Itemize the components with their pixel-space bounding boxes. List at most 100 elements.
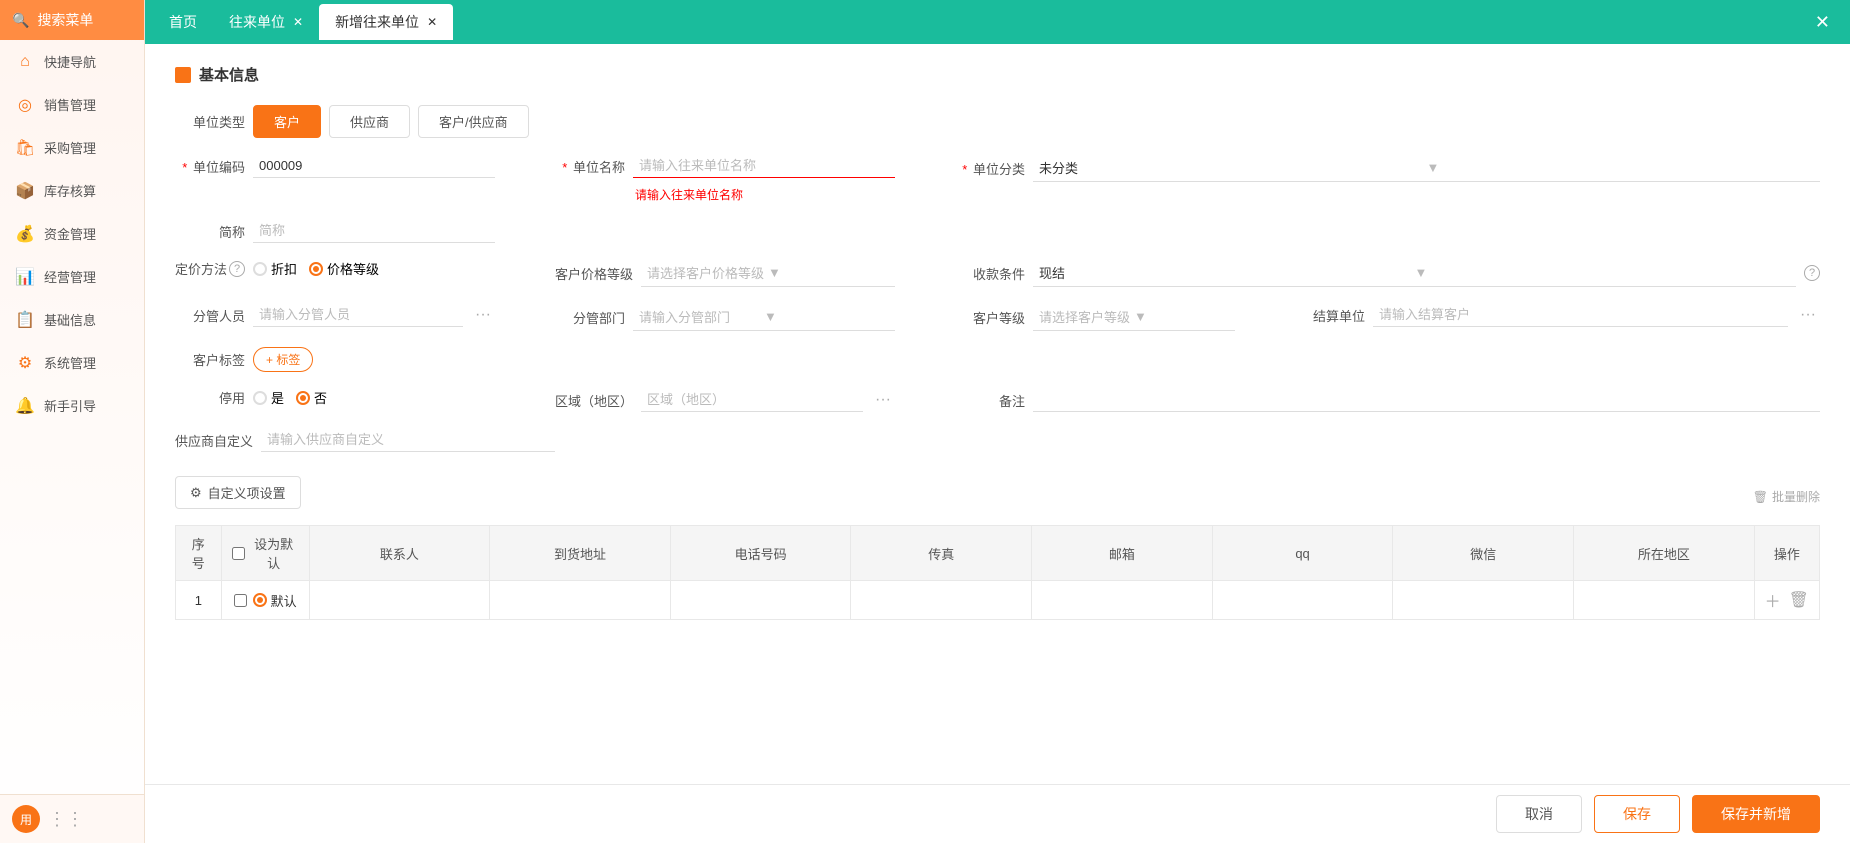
alias-label: 简称 xyxy=(175,222,245,241)
unit-type-both-btn[interactable]: 客户/供应商 xyxy=(418,105,529,138)
cell-phone[interactable] xyxy=(670,581,851,620)
supplier-custom-row: 供应商自定义 xyxy=(175,428,1820,452)
customer-level-group: 客户等级 请选择客户等级 ▼ xyxy=(955,303,1235,331)
cell-contact[interactable] xyxy=(309,581,490,620)
pricing-price-level-label: 价格等级 xyxy=(327,259,379,278)
pricing-radio-discount[interactable]: 折扣 xyxy=(253,259,297,278)
pricing-help-icon[interactable]: ? xyxy=(229,261,245,277)
payment-terms-select[interactable]: 现结 ▼ xyxy=(1033,259,1796,287)
cell-address[interactable] xyxy=(490,581,671,620)
sidebar-item-inventory[interactable]: 📦 库存核算 xyxy=(0,169,144,212)
notes-label: 备注 xyxy=(955,391,1025,410)
wechat-input[interactable] xyxy=(1403,593,1563,608)
notes-input[interactable] xyxy=(1033,388,1820,412)
cell-wechat[interactable] xyxy=(1393,581,1574,620)
alias-row: 简称 xyxy=(175,219,1820,243)
delete-row-btn[interactable]: 🗑 xyxy=(1789,590,1809,610)
radio-circle-yes xyxy=(253,391,267,405)
table-header: ⚙ 自定义项设置 🗑 批量删除 xyxy=(175,476,1820,517)
window-close-btn[interactable]: ✕ xyxy=(1803,12,1842,33)
disabled-region-row: 停用 是 否 区域（地区） ··· xyxy=(175,388,1820,412)
address-input[interactable] xyxy=(500,593,660,608)
region-more-btn[interactable]: ··· xyxy=(871,391,895,409)
contact-input[interactable] xyxy=(320,593,480,608)
sidebar-item-purchase[interactable]: 🛍 采购管理 xyxy=(0,126,144,169)
tag-add-btn[interactable]: + 标签 xyxy=(253,347,313,372)
cell-region[interactable] xyxy=(1574,581,1755,620)
alias-input[interactable] xyxy=(253,219,495,243)
system-icon: ⚙ xyxy=(16,354,34,372)
cell-default: 默认 xyxy=(221,581,309,620)
customer-level-select[interactable]: 请选择客户等级 ▼ xyxy=(1033,303,1235,331)
cell-qq[interactable] xyxy=(1212,581,1393,620)
unit-name-input[interactable] xyxy=(633,154,895,178)
pricing-group: 定价方法 ? 折扣 价格等级 xyxy=(175,259,495,278)
tab-partners-close[interactable]: ✕ xyxy=(293,15,303,29)
unit-type-label: 单位类型 xyxy=(175,112,245,131)
avatar: 用 xyxy=(12,805,40,833)
table-region-input[interactable] xyxy=(1584,593,1744,608)
footer-bar: 取消 保存 保存并新增 xyxy=(145,784,1850,843)
col-header-index: 序号 xyxy=(176,526,222,581)
tab-home[interactable]: 首页 xyxy=(153,4,213,40)
add-row-btn[interactable]: ＋ xyxy=(1765,588,1781,612)
search-menu-btn[interactable]: 🔍 搜索菜单 xyxy=(0,0,144,40)
cell-email[interactable] xyxy=(1032,581,1213,620)
sidebar-item-system[interactable]: ⚙ 系统管理 xyxy=(0,341,144,384)
payment-terms-value: 现结 xyxy=(1039,263,1415,282)
email-input[interactable] xyxy=(1042,593,1202,608)
custom-settings-btn[interactable]: ⚙ 自定义项设置 xyxy=(175,476,301,509)
cancel-button[interactable]: 取消 xyxy=(1496,795,1582,833)
unit-type-supplier-btn[interactable]: 供应商 xyxy=(329,105,410,138)
department-label: 分管部门 xyxy=(555,308,625,327)
manager-more-btn[interactable]: ··· xyxy=(471,306,495,324)
disabled-yes-radio[interactable]: 是 xyxy=(253,388,284,407)
batch-delete-btn[interactable]: 🗑 批量删除 xyxy=(1753,488,1820,505)
tab-home-label: 首页 xyxy=(169,12,197,32)
unit-category-select[interactable]: 未分类 ▼ xyxy=(1033,154,1820,182)
settlement-more-btn[interactable]: ··· xyxy=(1796,306,1820,324)
row-default-radio[interactable]: 默认 xyxy=(253,591,297,610)
department-select[interactable]: 请输入分管部门 ▼ xyxy=(633,303,895,331)
content-area: 基本信息 单位类型 客户 供应商 客户/供应商 * 单位编码 xyxy=(145,44,1850,843)
radio-circle-price-level xyxy=(309,262,323,276)
cell-fax[interactable] xyxy=(851,581,1032,620)
settlement-unit-input[interactable] xyxy=(1373,303,1788,327)
unit-name-group: * 单位名称 请输入往来单位名称 xyxy=(555,154,895,203)
tab-new-partner-close[interactable]: ✕ xyxy=(427,15,437,29)
sidebar-item-sales[interactable]: ◎ 销售管理 xyxy=(0,83,144,126)
unit-code-input[interactable] xyxy=(253,154,495,178)
tab-new-partner[interactable]: 新增往来单位 ✕ xyxy=(319,4,453,40)
sidebar-item-basics[interactable]: 📋 基础信息 xyxy=(0,298,144,341)
tab-partners[interactable]: 往来单位 ✕ xyxy=(213,4,319,40)
sidebar-item-finance[interactable]: 💰 资金管理 xyxy=(0,212,144,255)
sidebar-item-quick-nav[interactable]: ⌂ 快捷导航 xyxy=(0,40,144,83)
select-all-checkbox[interactable] xyxy=(232,547,245,560)
qq-input[interactable] xyxy=(1223,593,1383,608)
unit-type-customer-btn[interactable]: 客户 xyxy=(253,105,321,138)
sidebar-item-newbie[interactable]: 🔔 新手引导 xyxy=(0,384,144,427)
supplier-custom-input[interactable] xyxy=(261,428,555,452)
sidebar-item-operations[interactable]: 📊 经营管理 xyxy=(0,255,144,298)
section-header: 基本信息 xyxy=(175,64,1820,85)
fax-input[interactable] xyxy=(861,593,1021,608)
disabled-no-radio[interactable]: 否 xyxy=(296,388,327,407)
pricing-radio-price-level[interactable]: 价格等级 xyxy=(309,259,379,278)
phone-input[interactable] xyxy=(681,593,841,608)
customer-price-placeholder: 请选择客户价格等级 xyxy=(647,263,768,282)
save-new-button[interactable]: 保存并新增 xyxy=(1692,795,1820,833)
basics-icon: 📋 xyxy=(16,311,34,329)
radio-circle-default xyxy=(253,593,267,607)
code-name-category-row: * 单位编码 * 单位名称 请输入往来单位名称 xyxy=(175,154,1820,203)
save-button[interactable]: 保存 xyxy=(1594,795,1680,833)
row-checkbox[interactable] xyxy=(234,594,247,607)
region-input[interactable] xyxy=(641,388,863,412)
unit-category-value: 未分类 xyxy=(1039,158,1427,177)
cell-action: ＋ 🗑 xyxy=(1754,581,1819,620)
manager-input[interactable] xyxy=(253,303,463,327)
section-title: 基本信息 xyxy=(199,64,259,85)
sidebar-label-basics: 基础信息 xyxy=(44,310,96,329)
payment-help-icon[interactable]: ? xyxy=(1804,265,1820,281)
unit-type-buttons: 客户 供应商 客户/供应商 xyxy=(253,105,529,138)
customer-price-select[interactable]: 请选择客户价格等级 ▼ xyxy=(641,259,895,287)
